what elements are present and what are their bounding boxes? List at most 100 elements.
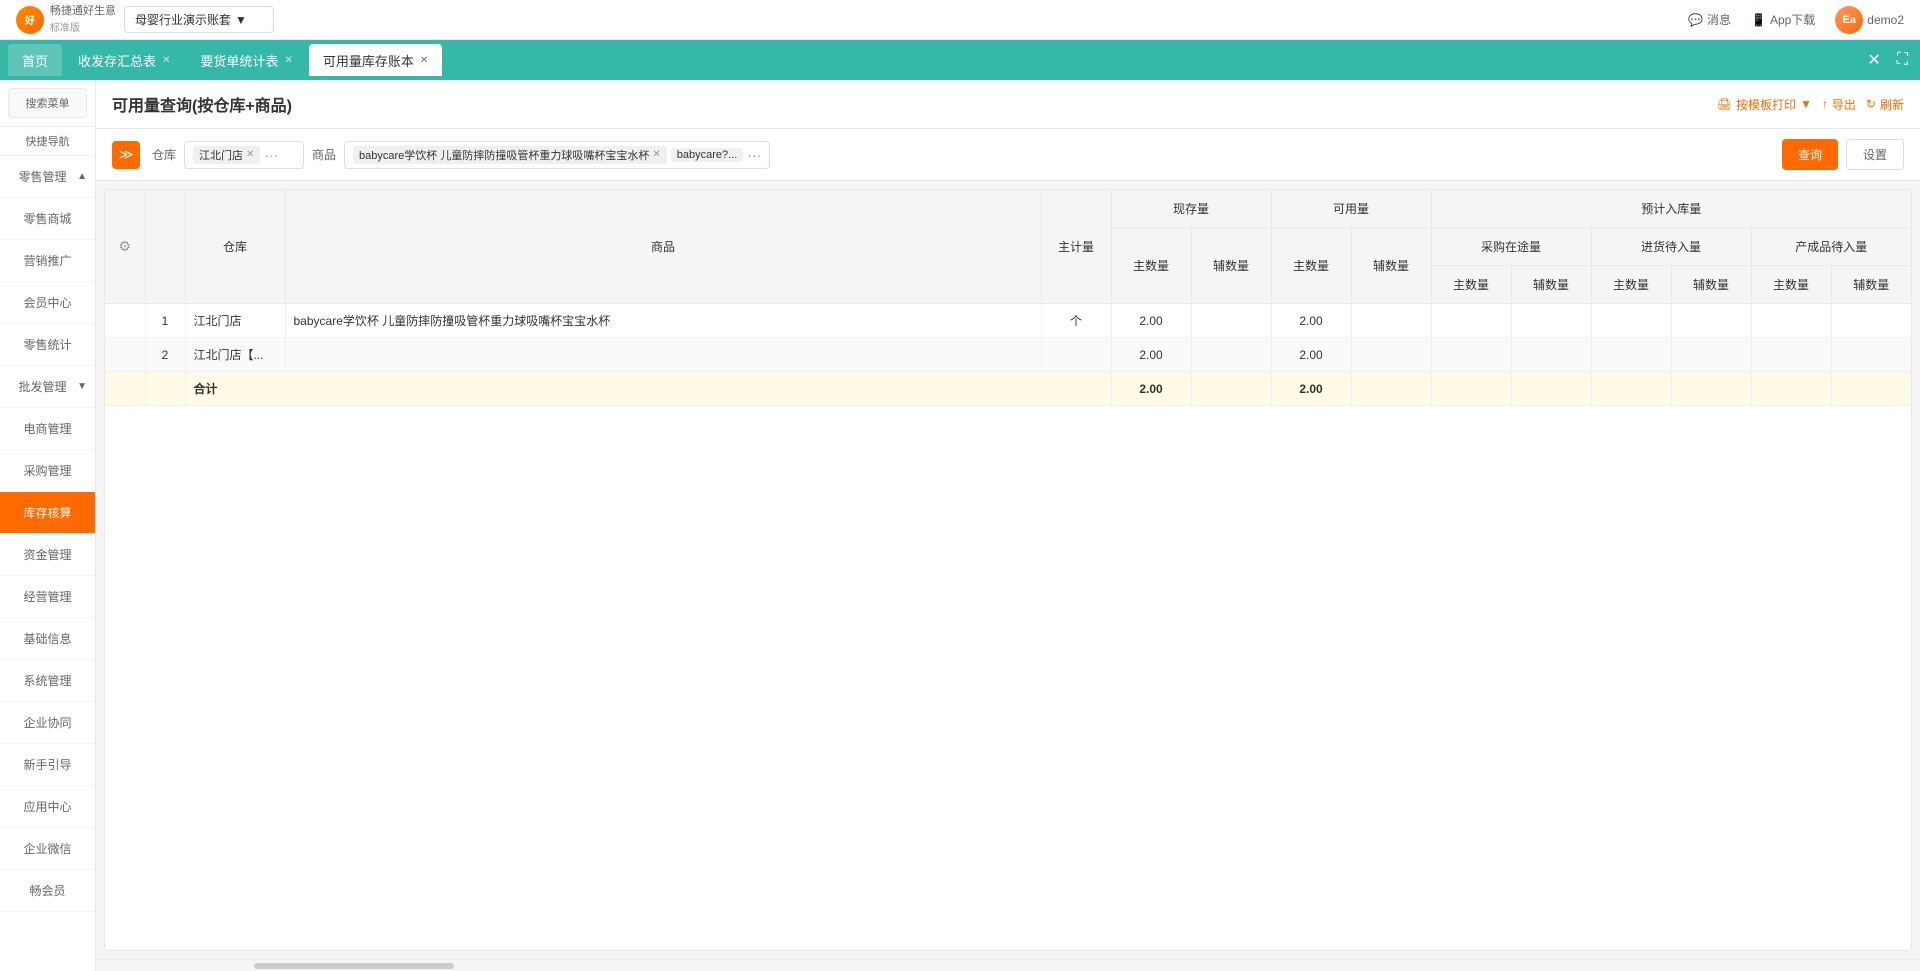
- export-btn[interactable]: ↑ 导出: [1822, 96, 1856, 113]
- table-row: 1 江北门店 babycare学饮杯 儿童防摔防撞吸管杯重力球吸嘴杯宝宝水杯 个…: [105, 304, 1911, 338]
- quick-nav-btn[interactable]: 快捷导航: [0, 127, 95, 156]
- td-inb-aux-1: [1671, 304, 1751, 338]
- sidebar-wholesale-arrow: ▼: [77, 381, 87, 392]
- logo-subtext: 标准版: [50, 19, 116, 34]
- td-settings-2: [105, 338, 145, 372]
- product-filter-input[interactable]: babycare学饮杯 儿童防摔防撞吸管杯重力球吸嘴杯宝宝水杯 ✕ babyca…: [344, 141, 770, 169]
- sidebar-item-retail-stats[interactable]: 零售统计: [0, 324, 95, 366]
- td-avail-aux-1: [1351, 304, 1431, 338]
- tab-collection-close[interactable]: ✕: [162, 55, 170, 66]
- product-tag-1-close[interactable]: ✕: [652, 149, 660, 160]
- td-stock-main-2: 2.00: [1111, 338, 1191, 372]
- sidebar-item-guide[interactable]: 新手引导: [0, 744, 95, 786]
- td-inb-aux-2: [1671, 338, 1751, 372]
- footer-pur-main: [1431, 372, 1511, 406]
- tab-available-stock-label: 可用量库存账本: [323, 51, 414, 70]
- td-avail-main-1: 2.00: [1271, 304, 1351, 338]
- th-forecast-group: 预计入库量: [1431, 190, 1911, 228]
- sidebar-item-finance-label: 资金管理: [8, 546, 87, 563]
- table-settings-icon[interactable]: ⚙: [118, 238, 131, 254]
- warehouse-tag: 江北门店 ✕: [193, 146, 260, 164]
- tab-available-stock-close[interactable]: ✕: [420, 55, 428, 66]
- th-available-main: 主数量: [1271, 228, 1351, 304]
- td-pur-main-1: [1431, 304, 1511, 338]
- footer-prod-aux: [1831, 372, 1911, 406]
- settings-btn[interactable]: 设置: [1846, 139, 1904, 170]
- sidebar-item-purchase-label: 采购管理: [8, 462, 87, 479]
- filter-expand-btn[interactable]: ≫: [112, 141, 140, 169]
- sidebar-item-enterprise-label: 企业协同: [8, 714, 87, 731]
- username: demo2: [1867, 13, 1904, 27]
- tab-collection[interactable]: 收发存汇总表 ✕: [64, 44, 184, 76]
- close-all-btn[interactable]: ✕: [1863, 46, 1884, 74]
- td-prod-aux-2: [1831, 338, 1911, 372]
- warehouse-tag-close[interactable]: ✕: [246, 149, 254, 160]
- print-btn[interactable]: 🖨 按模板打印 ▼: [1717, 96, 1812, 113]
- td-stock-aux-2: [1191, 338, 1271, 372]
- message-icon: 💬: [1688, 13, 1703, 27]
- expand-btn[interactable]: ⛶: [1893, 46, 1912, 74]
- sidebar-item-app-center-label: 应用中心: [8, 798, 87, 815]
- refresh-btn[interactable]: ↻ 刷新: [1866, 96, 1904, 113]
- product-more-btn[interactable]: ···: [747, 147, 761, 163]
- sidebar-item-ecommerce[interactable]: 电商管理: [0, 408, 95, 450]
- sidebar-item-member[interactable]: 会员中心: [0, 282, 95, 324]
- top-bar: 好 畅捷通好生意 标准版 母婴行业演示账套 ▼ 💬 消息 📱 App下载 Ea …: [0, 0, 1920, 40]
- sidebar-item-operations[interactable]: 经营管理: [0, 576, 95, 618]
- tab-home[interactable]: 首页: [8, 44, 62, 76]
- app-download-label: App下载: [1770, 11, 1815, 28]
- th-inbound-main: 主数量: [1591, 266, 1671, 304]
- sidebar-item-retail[interactable]: 零售管理 ▲: [0, 156, 95, 198]
- industry-label: 母婴行业演示账套: [135, 11, 231, 28]
- product-tag-2-value: babycare?...: [677, 149, 738, 161]
- app-download-btn[interactable]: 📱 App下载: [1751, 11, 1815, 28]
- th-available-aux: 辅数量: [1351, 228, 1431, 304]
- th-stock-group: 现存量: [1111, 190, 1271, 228]
- sidebar-item-retail-shop[interactable]: 零售商城: [0, 198, 95, 240]
- page-title: 可用量查询(按仓库+商品): [112, 92, 292, 116]
- tab-order-stats-close[interactable]: ✕: [284, 55, 292, 66]
- horizontal-scrollbar[interactable]: [254, 963, 454, 969]
- sidebar-item-vip[interactable]: 畅会员: [0, 870, 95, 912]
- th-production-sub: 产成品待入量: [1751, 228, 1911, 266]
- th-inbound-aux: 辅数量: [1671, 266, 1751, 304]
- sidebar-item-purchase[interactable]: 采购管理: [0, 450, 95, 492]
- industry-select[interactable]: 母婴行业演示账套 ▼: [124, 6, 274, 33]
- product-tag-1: babycare学饮杯 儿童防摔防撞吸管杯重力球吸嘴杯宝宝水杯 ✕: [353, 146, 667, 164]
- message-label: 消息: [1707, 11, 1731, 28]
- tab-available-stock[interactable]: 可用量库存账本 ✕: [309, 44, 442, 76]
- sidebar-item-system[interactable]: 系统管理: [0, 660, 95, 702]
- sidebar-item-wholesale[interactable]: 批发管理 ▼: [0, 366, 95, 408]
- table-footer: 合计 2.00 2.00: [105, 372, 1911, 406]
- warehouse-more-btn[interactable]: ···: [264, 147, 278, 163]
- td-avail-main-2: 2.00: [1271, 338, 1351, 372]
- warehouse-filter-input[interactable]: 江北门店 ✕ ···: [184, 141, 304, 169]
- search-menu-btn[interactable]: 搜索菜单: [8, 88, 87, 118]
- footer-inb-main: [1591, 372, 1671, 406]
- sidebar-item-basic[interactable]: 基础信息: [0, 618, 95, 660]
- sidebar-item-wechat[interactable]: 企业微信: [0, 828, 95, 870]
- search-btn[interactable]: 查询: [1782, 139, 1838, 170]
- warehouse-tag-value: 江北门店: [199, 147, 243, 163]
- print-label: 按模板打印: [1736, 96, 1796, 113]
- th-product: 商品: [285, 190, 1041, 304]
- message-btn[interactable]: 💬 消息: [1688, 11, 1731, 28]
- tab-home-label: 首页: [22, 51, 48, 70]
- th-available-group: 可用量: [1271, 190, 1431, 228]
- sidebar-item-inventory[interactable]: 库存核算: [0, 492, 95, 534]
- sidebar-item-enterprise[interactable]: 企业协同: [0, 702, 95, 744]
- sidebar: 搜索菜单 快捷导航 零售管理 ▲ 零售商城 营销推广 会员中心 零售统计 批发管…: [0, 80, 96, 971]
- tab-order-stats-label: 要货单统计表: [200, 51, 278, 70]
- nav-actions: ✕ ⛶: [1863, 46, 1912, 74]
- td-inb-main-2: [1591, 338, 1671, 372]
- th-inbound-sub: 进货待入量: [1591, 228, 1751, 266]
- footer-avail-aux: [1351, 372, 1431, 406]
- td-index-1: 1: [145, 304, 185, 338]
- td-product-2: [285, 338, 1041, 372]
- sidebar-search: 搜索菜单: [0, 80, 95, 127]
- sidebar-item-finance[interactable]: 资金管理: [0, 534, 95, 576]
- sidebar-item-marketing[interactable]: 营销推广: [0, 240, 95, 282]
- sidebar-item-app-center[interactable]: 应用中心: [0, 786, 95, 828]
- tab-order-stats[interactable]: 要货单统计表 ✕: [186, 44, 306, 76]
- user-menu[interactable]: Ea demo2: [1835, 6, 1904, 34]
